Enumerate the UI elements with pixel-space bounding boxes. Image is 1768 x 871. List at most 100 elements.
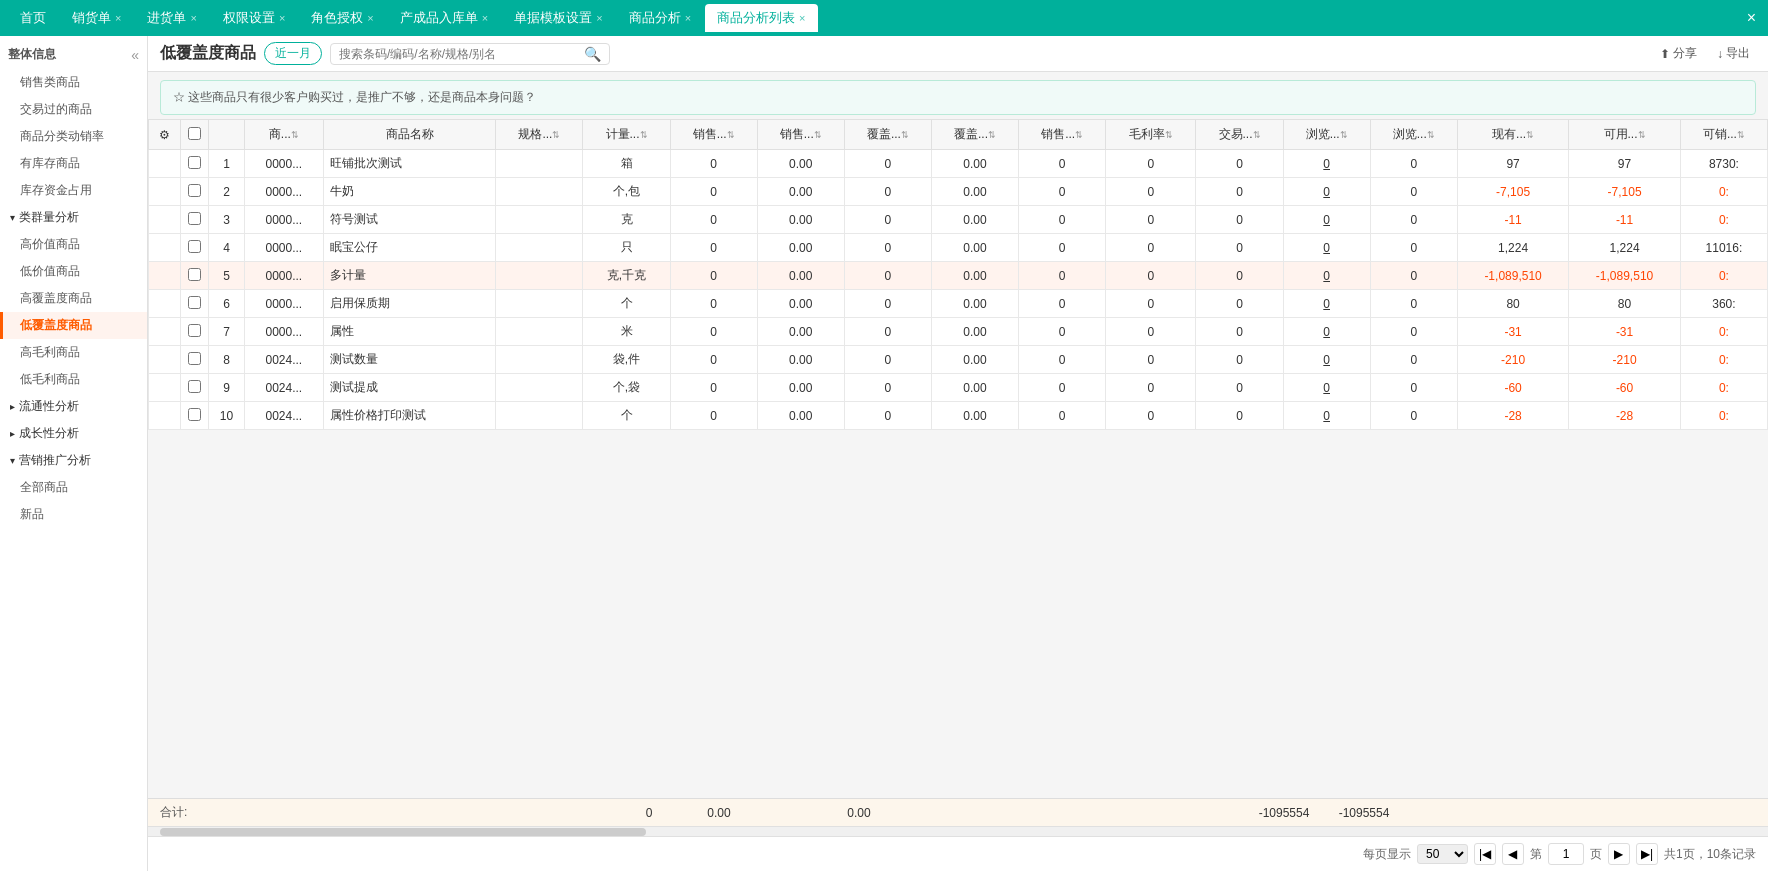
sidebar-item-has-stock[interactable]: 有库存商品: [0, 150, 147, 177]
row-browse1[interactable]: 0: [1283, 374, 1370, 402]
col-header-sales-qty[interactable]: 销售...⇅: [670, 120, 757, 150]
row-check[interactable]: [181, 402, 209, 430]
col-header-spec[interactable]: 规格...⇅: [496, 120, 583, 150]
sidebar-group-category-analysis[interactable]: ▾ 类群量分析: [0, 204, 147, 231]
search-icon[interactable]: 🔍: [584, 46, 601, 62]
row-checkbox[interactable]: [188, 268, 201, 281]
row-checkbox[interactable]: [188, 212, 201, 225]
first-page-btn[interactable]: |◀: [1474, 843, 1496, 865]
col-header-browse2[interactable]: 浏览...⇅: [1370, 120, 1457, 150]
table-row: 10 0024... 属性价格打印测试 个 0 0.00 0 0.00 0 0 …: [149, 402, 1768, 430]
nav-close-template[interactable]: ×: [596, 12, 602, 24]
sidebar-item-high-value[interactable]: 高价值商品: [0, 231, 147, 258]
prev-page-btn[interactable]: ◀: [1502, 843, 1524, 865]
sidebar-item-all-goods[interactable]: 全部商品: [0, 474, 147, 501]
row-checkbox[interactable]: [188, 156, 201, 169]
col-header-browse1[interactable]: 浏览...⇅: [1283, 120, 1370, 150]
row-checkbox[interactable]: [188, 240, 201, 253]
window-close-button[interactable]: ×: [1743, 9, 1760, 27]
sidebar-item-low-coverage[interactable]: 低覆盖度商品: [0, 312, 147, 339]
row-browse1[interactable]: 0: [1283, 346, 1370, 374]
row-browse1[interactable]: 0: [1283, 262, 1370, 290]
nav-tab-template[interactable]: 单据模板设置 ×: [502, 4, 614, 32]
col-header-trade[interactable]: 交易...⇅: [1196, 120, 1283, 150]
row-browse1[interactable]: 0: [1283, 402, 1370, 430]
search-input[interactable]: [339, 47, 580, 61]
sidebar-item-stock-capital[interactable]: 库存资金占用: [0, 177, 147, 204]
row-browse1[interactable]: 0: [1283, 290, 1370, 318]
row-check[interactable]: [181, 150, 209, 178]
sidebar-item-low-value[interactable]: 低价值商品: [0, 258, 147, 285]
row-check[interactable]: [181, 178, 209, 206]
col-header-sales-amt[interactable]: 销售...⇅: [757, 120, 844, 150]
sidebar-item-high-margin[interactable]: 高毛利商品: [0, 339, 147, 366]
sidebar-item-low-margin[interactable]: 低毛利商品: [0, 366, 147, 393]
col-header-cover2[interactable]: 覆盖...⇅: [931, 120, 1018, 150]
row-browse1[interactable]: 0: [1283, 234, 1370, 262]
col-header-unit[interactable]: 计量...⇅: [583, 120, 670, 150]
share-button[interactable]: ⬆ 分享: [1654, 43, 1703, 64]
row-checkbox[interactable]: [188, 184, 201, 197]
col-header-sales2[interactable]: 销售...⇅: [1019, 120, 1106, 150]
row-check[interactable]: [181, 290, 209, 318]
nav-tab-sales[interactable]: 销货单 ×: [60, 4, 133, 32]
next-page-btn[interactable]: ▶: [1608, 843, 1630, 865]
col-header-sellable[interactable]: 可销...⇅: [1680, 120, 1767, 150]
sidebar-group-marketing-analysis[interactable]: ▾ 营销推广分析: [0, 447, 147, 474]
nav-close-production[interactable]: ×: [482, 12, 488, 24]
sidebar-collapse-btn[interactable]: «: [131, 47, 139, 63]
row-check[interactable]: [181, 318, 209, 346]
col-header-name[interactable]: 商品名称: [323, 120, 496, 150]
page-size-select[interactable]: 20 50 100: [1417, 844, 1468, 864]
row-browse1[interactable]: 0: [1283, 318, 1370, 346]
row-check[interactable]: [181, 206, 209, 234]
col-header-code[interactable]: 商...⇅: [245, 120, 324, 150]
sidebar-item-high-coverage[interactable]: 高覆盖度商品: [0, 285, 147, 312]
nav-tab-purchase[interactable]: 进货单 ×: [135, 4, 208, 32]
nav-tab-analysis[interactable]: 商品分析 ×: [617, 4, 703, 32]
row-check[interactable]: [181, 262, 209, 290]
nav-tab-roles[interactable]: 角色授权 ×: [299, 4, 385, 32]
row-check[interactable]: [181, 374, 209, 402]
col-header-gross-rate[interactable]: 毛利率⇅: [1106, 120, 1196, 150]
nav-tab-permissions[interactable]: 权限设置 ×: [211, 4, 297, 32]
sidebar-item-traded[interactable]: 交易过的商品: [0, 96, 147, 123]
row-checkbox[interactable]: [188, 352, 201, 365]
export-button[interactable]: ↓ 导出: [1711, 43, 1756, 64]
col-header-avail[interactable]: 可用...⇅: [1569, 120, 1680, 150]
sidebar-item-category-rate[interactable]: 商品分类动销率: [0, 123, 147, 150]
col-header-current[interactable]: 现有...⇅: [1457, 120, 1568, 150]
row-check[interactable]: [181, 234, 209, 262]
horizontal-scrollbar[interactable]: [160, 828, 646, 836]
col-header-check[interactable]: [181, 120, 209, 150]
sidebar-group-flow-analysis[interactable]: ▸ 流通性分析: [0, 393, 147, 420]
current-page-input[interactable]: [1548, 843, 1584, 865]
sidebar-group-growth-analysis[interactable]: ▸ 成长性分析: [0, 420, 147, 447]
row-checkbox[interactable]: [188, 380, 201, 393]
footer-current: -1095554: [1244, 806, 1324, 820]
sidebar-item-new-goods[interactable]: 新品: [0, 501, 147, 528]
row-checkbox[interactable]: [188, 408, 201, 421]
nav-tab-production[interactable]: 产成品入库单 ×: [388, 4, 500, 32]
row-browse1[interactable]: 0: [1283, 206, 1370, 234]
col-header-settings[interactable]: ⚙: [149, 120, 181, 150]
row-checkbox[interactable]: [188, 296, 201, 309]
nav-close-permissions[interactable]: ×: [279, 12, 285, 24]
last-page-btn[interactable]: ▶|: [1636, 843, 1658, 865]
row-browse1[interactable]: 0: [1283, 150, 1370, 178]
col-header-cover1[interactable]: 覆盖...⇅: [844, 120, 931, 150]
sidebar-item-sales-goods[interactable]: 销售类商品: [0, 69, 147, 96]
nav-close-purchase[interactable]: ×: [190, 12, 196, 24]
row-check[interactable]: [181, 346, 209, 374]
nav-tab-home[interactable]: 首页: [8, 4, 58, 32]
nav-tab-analysis-list[interactable]: 商品分析列表 ×: [705, 4, 817, 32]
period-button[interactable]: 近一月: [264, 42, 322, 65]
nav-close-sales[interactable]: ×: [115, 12, 121, 24]
nav-close-analysis-list[interactable]: ×: [799, 12, 805, 24]
row-checkbox[interactable]: [188, 324, 201, 337]
nav-close-roles[interactable]: ×: [367, 12, 373, 24]
select-all-checkbox[interactable]: [188, 127, 201, 140]
nav-close-analysis[interactable]: ×: [685, 12, 691, 24]
table-wrapper[interactable]: ⚙ 商...⇅ 商品名称 规格...⇅ 计量...⇅ 销售...⇅ 销售...⇅…: [148, 119, 1768, 798]
row-browse1[interactable]: 0: [1283, 178, 1370, 206]
